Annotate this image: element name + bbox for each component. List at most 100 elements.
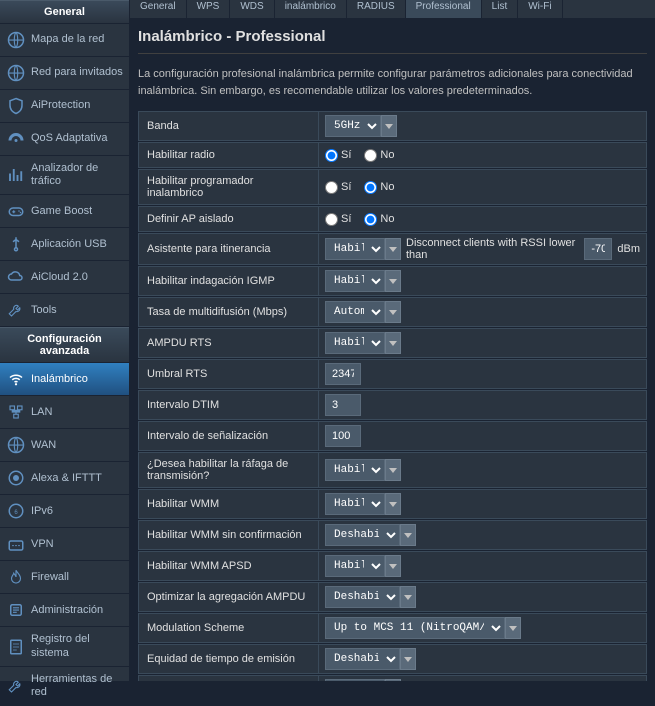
input-dtim[interactable] — [325, 394, 361, 416]
admin-icon — [6, 600, 26, 620]
sidebar-item-network-tools[interactable]: Herramientas de red — [0, 667, 129, 706]
settings-table: Banda5GHz Habilitar radioSíNo Habilitar … — [138, 111, 647, 681]
input-rssi[interactable] — [584, 238, 612, 260]
dropdown-icon[interactable] — [385, 555, 401, 577]
sidebar-item-firewall[interactable]: Firewall — [0, 561, 129, 594]
select-igmp[interactable]: Habilitar — [325, 270, 385, 292]
dropdown-icon[interactable] — [400, 648, 416, 670]
dropdown-icon[interactable] — [385, 332, 401, 354]
radio-label-yes: Sí — [341, 149, 351, 161]
tab-general[interactable]: General — [130, 0, 187, 18]
sidebar-item-aiprotection[interactable]: AiProtection — [0, 90, 129, 123]
dropdown-icon[interactable] — [385, 459, 401, 481]
radio-ap-no[interactable] — [364, 213, 377, 226]
label-dtim: Intervalo DTIM — [139, 391, 319, 419]
dropdown-icon[interactable] — [505, 617, 521, 639]
select-band[interactable]: 5GHz — [325, 115, 381, 137]
select-multicast[interactable]: Automático — [325, 301, 385, 323]
globe-icon — [6, 435, 26, 455]
tab-wps[interactable]: WPS — [187, 0, 231, 18]
sidebar: General Mapa de la red Red para invitado… — [0, 0, 130, 681]
sidebar-item-label: Firewall — [31, 571, 69, 584]
tab-wifi[interactable]: Wi-Fi — [518, 0, 562, 18]
sidebar-item-game-boost[interactable]: Game Boost — [0, 195, 129, 228]
sidebar-item-label: Tools — [31, 304, 57, 317]
sidebar-item-wireless[interactable]: Inalámbrico — [0, 363, 129, 396]
sidebar-item-label: AiProtection — [31, 99, 90, 112]
sidebar-item-tools[interactable]: Tools — [0, 294, 129, 327]
gamepad-icon — [6, 201, 26, 221]
sidebar-item-usb-app[interactable]: Aplicación USB — [0, 228, 129, 261]
sidebar-item-administration[interactable]: Administración — [0, 594, 129, 627]
label-txburst: ¿Desea habilitar la ráfaga de transmisió… — [139, 453, 319, 487]
sidebar-item-wan[interactable]: WAN — [0, 429, 129, 462]
dropdown-icon[interactable] — [385, 270, 401, 292]
dropdown-icon[interactable] — [400, 524, 416, 546]
select-wmm-apsd[interactable]: Habilitar — [325, 555, 385, 577]
select-wmm[interactable]: Habilitar — [325, 493, 385, 515]
label-radio: Habilitar radio — [139, 143, 319, 167]
label-ampdu-agg: Optimizar la agregación AMPDU — [139, 583, 319, 611]
sidebar-item-label: QoS Adaptativa — [31, 132, 107, 145]
dropdown-icon[interactable] — [385, 301, 401, 323]
radio-enable-yes[interactable] — [325, 149, 338, 162]
label-igmp: Habilitar indagación IGMP — [139, 267, 319, 295]
voice-icon — [6, 468, 26, 488]
dropdown-icon[interactable] — [385, 493, 401, 515]
select-wmm-noack[interactable]: Deshabilitar — [325, 524, 400, 546]
sidebar-item-label: LAN — [31, 406, 52, 419]
page-title: Inalámbrico - Professional — [138, 28, 647, 54]
radio-ap-yes[interactable] — [325, 213, 338, 226]
tools-icon — [6, 676, 26, 696]
sidebar-item-network-map[interactable]: Mapa de la red — [0, 24, 129, 57]
roaming-note: Disconnect clients with RSSI lower than — [406, 237, 579, 261]
ipv6-icon: 6 — [6, 501, 26, 521]
dropdown-icon[interactable] — [381, 115, 397, 137]
sidebar-item-alexa[interactable]: Alexa & IFTTT — [0, 462, 129, 495]
svg-text:6: 6 — [14, 510, 18, 516]
input-rts[interactable] — [325, 363, 361, 385]
log-icon — [6, 637, 26, 657]
tab-wireless[interactable]: inalámbrico — [275, 0, 347, 18]
sidebar-item-guest-network[interactable]: Red para invitados — [0, 57, 129, 90]
radio-enable-no[interactable] — [364, 149, 377, 162]
label-mumimo: Multi-User MIMO — [139, 676, 319, 681]
cloud-icon — [6, 267, 26, 287]
select-airtime[interactable]: Deshabilitar — [325, 648, 400, 670]
tab-wds[interactable]: WDS — [230, 0, 274, 18]
sidebar-item-system-log[interactable]: Registro del sistema — [0, 627, 129, 666]
sidebar-item-label: Analizador de tráfico — [31, 162, 123, 188]
sidebar-section-advanced: Configuración avanzada — [0, 327, 129, 363]
select-modulation[interactable]: Up to MCS 11 (NitroQAM/1024-QAM) — [325, 617, 505, 639]
chart-icon — [6, 165, 26, 185]
select-ampdu-agg[interactable]: Deshabilitar — [325, 586, 400, 608]
tab-radius[interactable]: RADIUS — [347, 0, 406, 18]
sidebar-item-ipv6[interactable]: 6IPv6 — [0, 495, 129, 528]
sidebar-item-traffic-analyzer[interactable]: Analizador de tráfico — [0, 156, 129, 195]
label-roaming: Asistente para itinerancia — [139, 234, 319, 264]
sidebar-item-lan[interactable]: LAN — [0, 396, 129, 429]
select-ampdu-rts[interactable]: Habilitar — [325, 332, 385, 354]
dropdown-icon[interactable] — [385, 238, 401, 260]
select-roaming[interactable]: Habilitar — [325, 238, 385, 260]
sidebar-item-aicloud[interactable]: AiCloud 2.0 — [0, 261, 129, 294]
input-beacon[interactable] — [325, 425, 361, 447]
label-beacon: Intervalo de señalización — [139, 422, 319, 450]
sidebar-item-vpn[interactable]: VPN — [0, 528, 129, 561]
sidebar-item-label: WAN — [31, 439, 56, 452]
sidebar-item-qos[interactable]: QoS Adaptativa — [0, 123, 129, 156]
tab-bar: General WPS WDS inalámbrico RADIUS Profe… — [130, 0, 655, 18]
wifi-icon — [6, 369, 26, 389]
tab-professional[interactable]: Professional — [406, 0, 482, 18]
fire-icon — [6, 567, 26, 587]
sidebar-item-label: Administración — [31, 604, 103, 617]
shield-icon — [6, 96, 26, 116]
lan-icon — [6, 402, 26, 422]
globe-icon — [6, 30, 26, 50]
sidebar-item-label: Mapa de la red — [31, 33, 104, 46]
dropdown-icon[interactable] — [400, 586, 416, 608]
radio-scheduler-no[interactable] — [364, 181, 377, 194]
tab-list[interactable]: List — [482, 0, 519, 18]
radio-scheduler-yes[interactable] — [325, 181, 338, 194]
select-txburst[interactable]: Habilitar — [325, 459, 385, 481]
